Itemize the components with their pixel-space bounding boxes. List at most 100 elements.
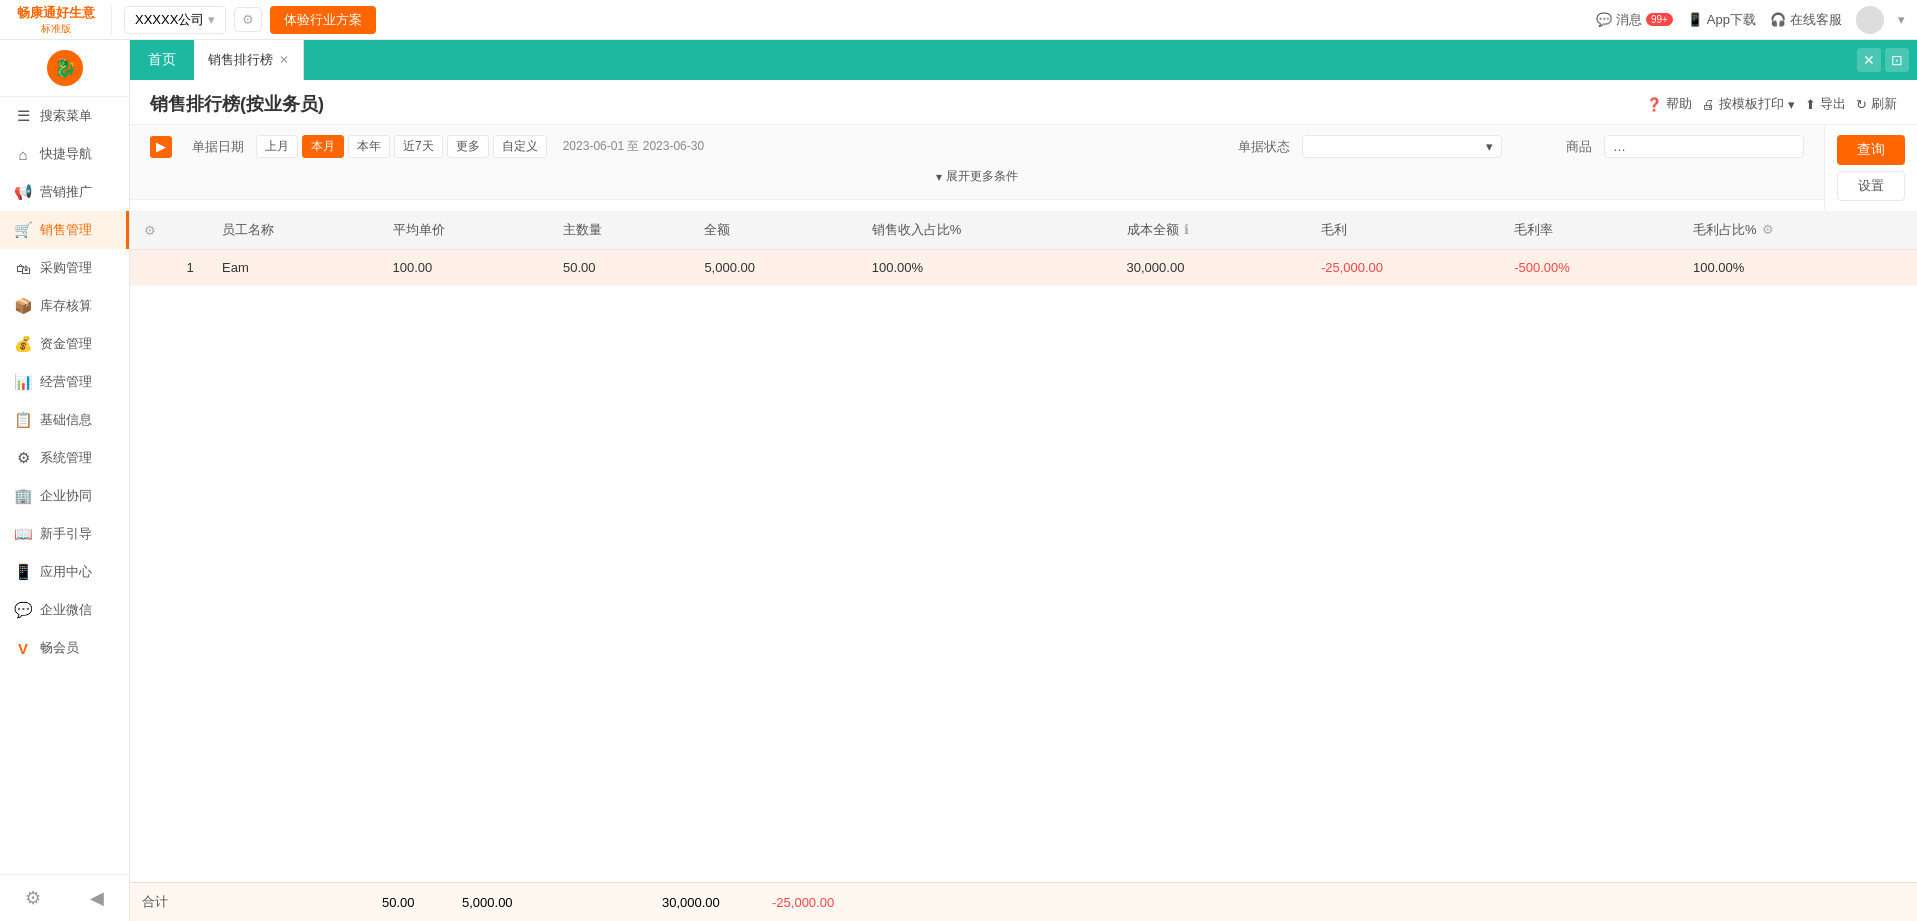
status-select[interactable]: ▾ <box>1302 135 1502 158</box>
filter-main: ▶ 单据日期 上月 本月 本年 近7天 更多 自定义 <box>130 125 1824 200</box>
inventory-icon: 📦 <box>14 297 32 315</box>
date-range-display: 2023-06-01 至 2023-06-30 <box>563 138 704 155</box>
gross-ratio-info-icon[interactable]: ⚙ <box>1762 222 1774 237</box>
print-button[interactable]: 🖨 按模板打印 ▾ <box>1702 95 1795 113</box>
action-panel: 查询 设置 <box>1824 125 1917 211</box>
tab-sales-ranking[interactable]: 销售排行榜 ✕ <box>194 40 304 80</box>
finance-icon: 💰 <box>14 335 32 353</box>
print-label: 按模板打印 <box>1719 95 1784 113</box>
footer-gross: -25,000.00 <box>772 895 882 910</box>
export-icon: ⬆ <box>1805 97 1816 112</box>
main-area: 🐉 ☰ 搜索菜单 ⌂ 快捷导航 📢 营销推广 🛒 销售管理 🛍 采购管理 <box>0 40 1917 921</box>
member-icon: V <box>14 640 32 657</box>
sidebar-item-operations[interactable]: 📊 经营管理 <box>0 363 129 401</box>
message-icon: 💬 <box>1596 12 1612 27</box>
sidebar-item-sales[interactable]: 🛒 销售管理 <box>0 211 129 249</box>
footer-label: 合计 <box>142 893 222 911</box>
top-bar-right: 💬 消息 99+ 📱 App下载 🎧 在线客服 ▾ <box>1596 6 1905 34</box>
date-label: 单据日期 <box>192 138 244 156</box>
tab-close-icon[interactable]: ✕ <box>279 53 289 67</box>
sidebar-item-label: 营销推广 <box>40 183 92 201</box>
sidebar-item-guide[interactable]: 📖 新手引导 <box>0 515 129 553</box>
online-support-label: 在线客服 <box>1790 11 1842 29</box>
refresh-button[interactable]: ↻ 刷新 <box>1856 95 1897 113</box>
sidebar-logo-icon: 🐉 <box>47 50 83 86</box>
home-icon: ⌂ <box>14 146 32 163</box>
export-button[interactable]: ⬆ 导出 <box>1805 95 1846 113</box>
sidebar-item-system[interactable]: ⚙ 系统管理 <box>0 439 129 477</box>
expand-more-icon: ▾ <box>936 170 942 184</box>
message-badge: 99+ <box>1646 13 1673 26</box>
message-button[interactable]: 💬 消息 99+ <box>1596 11 1673 29</box>
sidebar-collapse-icon[interactable]: ◀ <box>82 883 112 913</box>
date-options: 上月 本月 本年 近7天 更多 自定义 <box>256 135 547 158</box>
filter-area: ▶ 单据日期 上月 本月 本年 近7天 更多 自定义 <box>130 125 1824 200</box>
sidebar-item-label: 库存核算 <box>40 297 92 315</box>
app-download-button[interactable]: 📱 App下载 <box>1687 11 1756 29</box>
avatar[interactable] <box>1856 6 1884 34</box>
sidebar-item-marketing[interactable]: 📢 营销推广 <box>0 173 129 211</box>
tab-close-button[interactable]: ✕ <box>1857 48 1881 72</box>
th-gear[interactable]: ⚙ <box>130 211 170 250</box>
date-opt-custom[interactable]: 自定义 <box>493 135 547 158</box>
settings-button[interactable]: 设置 <box>1837 171 1905 201</box>
row-gross: -25,000.00 <box>1309 250 1502 286</box>
company-selector[interactable]: XXXXX公司 ▾ <box>124 6 226 34</box>
tab-home[interactable]: 首页 <box>130 40 194 80</box>
company-settings-icon[interactable]: ⚙ <box>234 7 262 32</box>
sidebar-item-member[interactable]: V 畅会员 <box>0 629 129 667</box>
wechat-icon: 💬 <box>14 601 32 619</box>
gear-icon[interactable]: ⚙ <box>144 223 156 238</box>
app-center-icon: 📱 <box>14 563 32 581</box>
date-opt-this-year[interactable]: 本年 <box>348 135 390 158</box>
export-label: 导出 <box>1820 95 1846 113</box>
message-label: 消息 <box>1616 11 1642 29</box>
date-opt-7days[interactable]: 近7天 <box>394 135 443 158</box>
th-cost-amount: 成本全额 ℹ <box>1115 211 1309 250</box>
sales-icon: 🛒 <box>14 221 32 239</box>
online-support-button[interactable]: 🎧 在线客服 <box>1770 11 1842 29</box>
sidebar-item-enterprise-wechat[interactable]: 💬 企业微信 <box>0 591 129 629</box>
app-download-icon: 📱 <box>1687 12 1703 27</box>
expand-more-button[interactable]: ▾ 展开更多条件 <box>150 164 1804 189</box>
help-button[interactable]: ❓ 帮助 <box>1646 95 1692 113</box>
date-opt-this-month[interactable]: 本月 <box>302 135 344 158</box>
tab-label: 销售排行榜 <box>208 51 273 69</box>
sidebar-logo: 🐉 <box>0 40 129 97</box>
row-icon-cell <box>130 250 170 286</box>
row-avg-price: 100.00 <box>381 250 552 286</box>
top-bar-left: 畅康通好生意 标准版 XXXXX公司 ▾ ⚙ 体验行业方案 <box>12 4 1596 36</box>
footer-cost-amount: 30,000.00 <box>662 895 772 910</box>
row-gross-ratio: 100.00% <box>1681 250 1917 286</box>
query-button[interactable]: 查询 <box>1837 135 1905 165</box>
sidebar-item-purchase[interactable]: 🛍 采购管理 <box>0 249 129 287</box>
sidebar-item-label: 应用中心 <box>40 563 92 581</box>
row-gross-rate: -500.00% <box>1502 250 1681 286</box>
date-opt-more[interactable]: 更多 <box>447 135 489 158</box>
sidebar-item-quick-nav[interactable]: ⌂ 快捷导航 <box>0 135 129 173</box>
tab-expand-button[interactable]: ⊡ <box>1885 48 1909 72</box>
sidebar-item-search-order[interactable]: ☰ 搜索菜单 <box>0 97 129 135</box>
th-main-qty: 主数量 <box>551 211 692 250</box>
refresh-icon: ↻ <box>1856 97 1867 112</box>
operations-icon: 📊 <box>14 373 32 391</box>
sidebar-item-label: 基础信息 <box>40 411 92 429</box>
goods-input[interactable]: … <box>1604 135 1804 158</box>
date-opt-last-month[interactable]: 上月 <box>256 135 298 158</box>
sidebar-item-inventory[interactable]: 📦 库存核算 <box>0 287 129 325</box>
experience-button[interactable]: 体验行业方案 <box>270 6 376 34</box>
sidebar-item-finance[interactable]: 💰 资金管理 <box>0 325 129 363</box>
page-header-actions: ❓ 帮助 🖨 按模板打印 ▾ ⬆ 导出 ↻ <box>1646 95 1897 113</box>
goods-label: 商品 <box>1566 138 1592 156</box>
cost-info-icon[interactable]: ℹ <box>1184 222 1189 237</box>
sidebar-settings-icon[interactable]: ⚙ <box>17 883 49 913</box>
sidebar-item-basic-info[interactable]: 📋 基础信息 <box>0 401 129 439</box>
sidebar-item-app-center[interactable]: 📱 应用中心 <box>0 553 129 591</box>
sidebar-item-enterprise[interactable]: 🏢 企业协同 <box>0 477 129 515</box>
tab-bar: 首页 销售排行榜 ✕ ✕ ⊡ <box>130 40 1917 80</box>
sidebar-item-label: 新手引导 <box>40 525 92 543</box>
filter-toggle-button[interactable]: ▶ <box>150 136 172 158</box>
row-amount: 5,000.00 <box>692 250 859 286</box>
basic-info-icon: 📋 <box>14 411 32 429</box>
guide-icon: 📖 <box>14 525 32 543</box>
